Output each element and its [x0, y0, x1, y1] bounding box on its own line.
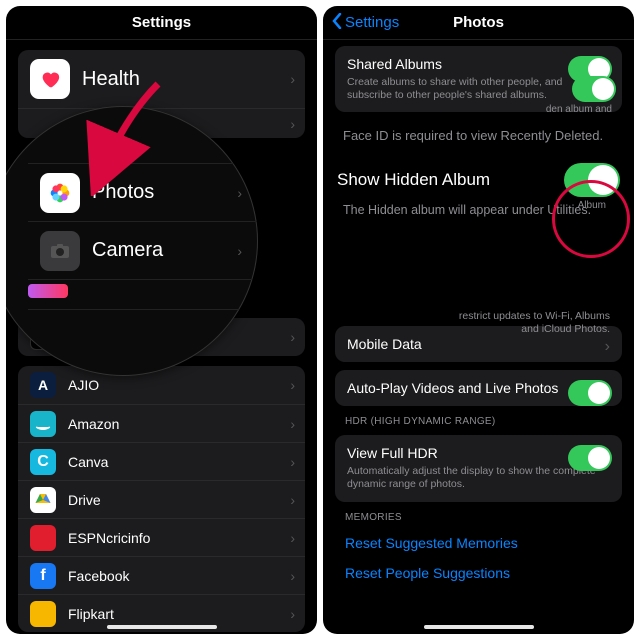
faceid-text: Face ID is required to view Recently Del…	[343, 128, 614, 145]
row-app-facebook[interactable]: f Facebook ›	[18, 556, 305, 594]
left-title: Settings	[132, 14, 191, 31]
right-navbar: Settings Photos	[323, 6, 634, 40]
camera-label: Camera	[92, 239, 163, 262]
drive-icon	[30, 487, 56, 513]
row-health[interactable]: Health ›	[18, 50, 305, 108]
cellular-label: Mobile Data	[347, 336, 610, 352]
faceid-toggle[interactable]	[572, 76, 616, 102]
hidden-sub: The Hidden album will appear under Utili…	[343, 203, 614, 217]
app-label: Canva	[68, 454, 108, 470]
hdr-toggle[interactable]	[568, 445, 612, 471]
row-photos[interactable]: Photos ›	[28, 164, 258, 222]
app-label: ESPNcricinfo	[68, 530, 150, 546]
app-label: Flipkart	[68, 606, 114, 622]
show-hidden-toggle[interactable]	[564, 163, 620, 197]
back-label: Settings	[345, 14, 399, 31]
row-app-ajio[interactable]: A AJIO ›	[18, 366, 305, 404]
reset-people-suggestions[interactable]: Reset People Suggestions	[323, 561, 634, 591]
row-app-canva[interactable]: C Canva ›	[18, 442, 305, 480]
app-label: Drive	[68, 492, 101, 508]
app-label: Amazon	[68, 416, 119, 432]
health-label: Health	[82, 68, 140, 91]
photos-icon	[40, 173, 80, 213]
faceid-tail-text: den album and	[546, 104, 612, 115]
chevron-right-icon: ›	[290, 530, 295, 546]
chevron-left-icon	[331, 13, 343, 33]
chevron-right-icon: ›	[290, 606, 295, 622]
row-app-espn[interactable]: ESPNcricinfo ›	[18, 518, 305, 556]
memories-header: MEMORIES	[345, 512, 612, 523]
home-indicator[interactable]	[424, 625, 534, 629]
card-hdr: View Full HDR Automatically adjust the d…	[335, 435, 622, 501]
card-cellular[interactable]: Mobile Data › restrict updates to Wi-Fi,…	[335, 326, 622, 362]
row-camera[interactable]: Camera ›	[28, 222, 258, 280]
chevron-right-icon: ›	[290, 568, 295, 584]
chevron-right-icon: ›	[237, 243, 242, 259]
chevron-right-icon: ›	[290, 116, 295, 132]
photos-label: Photos	[92, 181, 154, 204]
home-indicator[interactable]	[107, 625, 217, 629]
reset-suggested-memories[interactable]: Reset Suggested Memories	[323, 525, 634, 561]
health-icon	[30, 59, 70, 99]
hdr-header: HDR (HIGH DYNAMIC RANGE)	[345, 416, 612, 427]
right-title: Photos	[453, 14, 504, 31]
chevron-right-icon: ›	[605, 338, 610, 356]
show-hidden-label: Show Hidden Album	[337, 170, 490, 190]
facebook-icon: f	[30, 563, 56, 589]
espn-icon	[30, 525, 56, 551]
autoplay-toggle[interactable]	[568, 380, 612, 406]
cellular-sub: restrict updates to Wi-Fi, Albums and iC…	[440, 310, 610, 336]
chevron-right-icon: ›	[290, 329, 295, 345]
left-screenshot: Settings Health › ›	[6, 6, 317, 634]
back-button[interactable]: Settings	[331, 13, 399, 33]
right-screenshot: Settings Photos Shared Albums Create alb…	[323, 6, 634, 634]
app-label: Facebook	[68, 568, 129, 584]
camera-icon	[40, 231, 80, 271]
hidden-tail-text: Album	[578, 200, 606, 211]
ajio-icon: A	[30, 372, 56, 398]
canva-icon: C	[30, 449, 56, 475]
left-navbar: Settings	[6, 6, 317, 40]
shared-albums-sub: Create albums to share with other people…	[347, 76, 610, 102]
chevron-right-icon: ›	[237, 185, 242, 201]
chevron-right-icon: ›	[290, 492, 295, 508]
card-autoplay: Auto-Play Videos and Live Photos	[335, 370, 622, 406]
flipkart-icon	[30, 601, 56, 627]
app-label: AJIO	[68, 377, 99, 393]
hdr-sub: Automatically adjust the display to show…	[347, 465, 610, 491]
row-app-amazon[interactable]: Amazon ›	[18, 404, 305, 442]
row-app-drive[interactable]: Drive ›	[18, 480, 305, 518]
chevron-right-icon: ›	[290, 71, 295, 87]
chevron-right-icon: ›	[290, 454, 295, 470]
chevron-right-icon: ›	[290, 416, 295, 432]
amazon-icon	[30, 411, 56, 437]
chevron-right-icon: ›	[290, 377, 295, 393]
